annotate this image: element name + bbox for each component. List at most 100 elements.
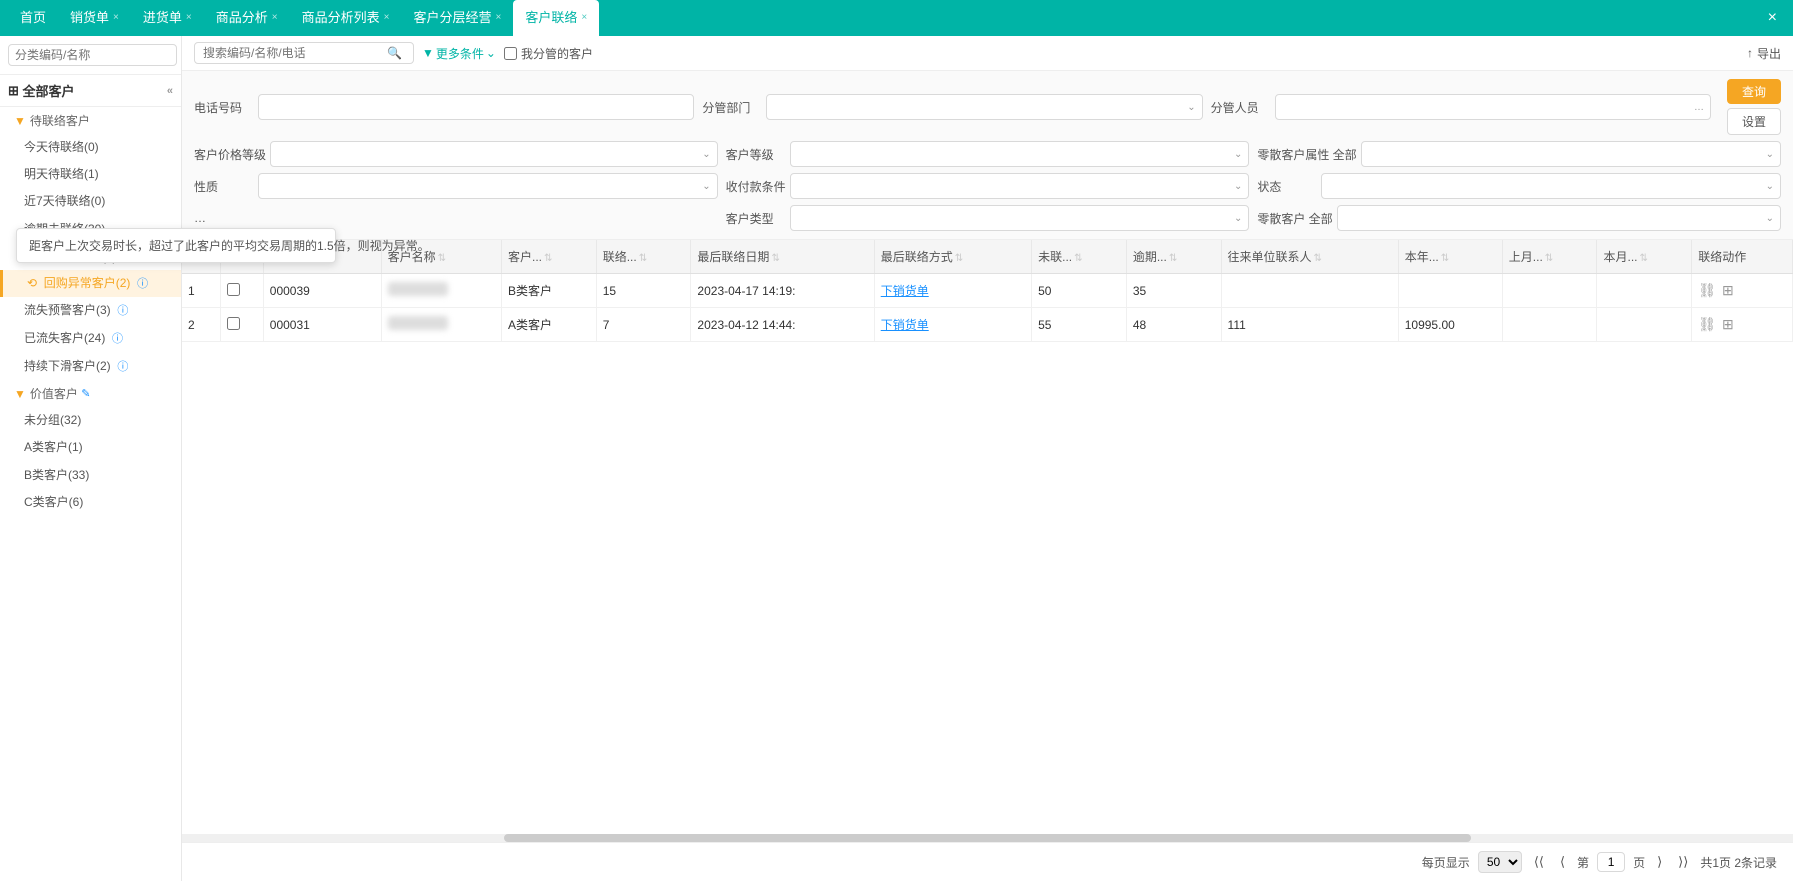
nav-customer-contact[interactable]: 客户联络 × [513,0,599,36]
row2-this-month [1597,308,1692,342]
horizontal-scrollbar-thumb[interactable] [504,834,1471,842]
nav-purchase-order[interactable]: 进货单 × [131,0,204,36]
next-page-button[interactable]: ⟩ [1653,852,1666,872]
close-customer-segmentation-icon[interactable]: × [495,0,501,36]
filter-person-select[interactable]: … [1275,94,1711,120]
page-unit: 页 [1633,854,1645,871]
row2-last-method-link[interactable]: 下销货单 [881,318,929,332]
sidebar-item-a-class[interactable]: A类客户(1) [0,434,181,461]
dept-caret-icon: ⌄ [1187,102,1195,113]
close-customer-contact-icon[interactable]: × [581,0,587,36]
my-customer-checkbox[interactable] [504,47,517,60]
sidebar-item-b-class[interactable]: B类客户(33) [0,462,181,489]
row2-action-icons: ⛓ ⊞ [1698,316,1786,333]
filter-payment-label: 收付款条件 [726,178,786,195]
filter-customer-level-select[interactable]: ⌄ [790,141,1250,167]
table-area[interactable]: ⚙ 客户编码⇅ 客户名称⇅ 客户...⇅ 联络...⇅ 最后联络日期⇅ 最后联络… [182,240,1793,834]
nav-customer-segmentation[interactable]: 客户分层经营 × [401,0,513,36]
sidebar-item-7day-pending[interactable]: 近7天待联络(0) [0,188,181,215]
col-last-date: 最后联络日期⇅ [691,240,874,274]
filter-nature-select[interactable]: ⌄ [258,173,718,199]
col-this-year: 本年...⇅ [1398,240,1502,274]
tooltip-box: 距客户上次交易时长，超过了此客户的平均交易周期的1.5倍，则视为异常。 [182,228,336,263]
filter-price-level-label: 客户价格等级 [194,146,266,163]
row2-select-checkbox[interactable] [227,317,240,330]
query-button[interactable]: 查询 [1727,79,1781,104]
customer-table: ⚙ 客户编码⇅ 客户名称⇅ 客户...⇅ 联络...⇅ 最后联络日期⇅ 最后联络… [182,240,1793,342]
filter-more-dots: … [194,211,718,225]
col-action: 联络动作 [1692,240,1793,274]
close-all-tabs-button[interactable]: × [1760,9,1785,27]
filter-payment: 收付款条件 ⌄ [726,173,1250,199]
sidebar-collapse-icon[interactable]: « [167,85,173,97]
filter-nature-label: 性质 [194,178,254,195]
filter-caret-icon: ⌄ [486,46,496,60]
filter-person: 分管人员 … [1211,94,1711,120]
per-page-select[interactable]: 50 [1478,851,1522,873]
col-this-month: 本月...⇅ [1597,240,1692,274]
filter-dept-select[interactable]: ⌄ [766,94,1202,120]
row1-select-checkbox[interactable] [227,283,240,296]
nav-product-analysis[interactable]: 商品分析 × [204,0,290,36]
close-purchase-order-icon[interactable]: × [186,0,192,36]
row1-grid-icon[interactable]: ⊞ [1722,282,1734,299]
export-button[interactable]: ↑ 导出 [1747,45,1781,62]
table-row: 1 000039 B类客户 15 2023-04-17 14:19: 下销货单 … [182,274,1793,308]
per-page-label: 每页显示 [1422,854,1470,871]
row1-action-icons: ⛓ ⊞ [1698,282,1786,299]
sidebar-group-pending[interactable]: ▼ 待联络客户 [0,107,181,134]
nav-product-analysis-list[interactable]: 商品分析列表 × [290,0,402,36]
filter-phone: 电话号码 [194,94,694,120]
sidebar-item-c-class[interactable]: C类客户(6) [0,489,181,516]
filter-payment-select[interactable]: ⌄ [790,173,1250,199]
close-product-analysis-list-icon[interactable]: × [384,0,390,36]
row2-checkbox [220,308,263,342]
filter-more-button[interactable]: ▼ 更多条件 ⌄ [422,45,496,62]
sidebar-item-unclassified[interactable]: 未分组(32) [0,407,181,434]
first-page-button[interactable]: ⟨⟨ [1530,852,1548,872]
sidebar-group-value[interactable]: ▼ 价值客户 ✎ [0,380,181,407]
sidebar-item-declining[interactable]: 持续下滑客户(2) ⓘ [0,353,181,381]
filter-status-select[interactable]: ⌄ [1321,173,1781,199]
row2-index: 2 [182,308,220,342]
nav-sales-order[interactable]: 销货单 × [58,0,131,36]
scattered-attr-caret-icon: ⌄ [1766,149,1774,160]
row2-unreached: 55 [1032,308,1127,342]
sidebar-item-abnormal-active[interactable]: ⟲ 回购异常客户(2) ⓘ [0,270,181,298]
row2-name [381,308,501,342]
value-edit-icon[interactable]: ✎ [81,387,90,400]
search-input[interactable] [203,46,383,60]
sidebar-item-tomorrow-pending[interactable]: 明天待联络(1) [0,161,181,188]
filter-scattered-attr-label: 零散客户属性 全部 [1257,146,1356,163]
row1-link-icon[interactable]: ⛓ [1698,282,1716,299]
horizontal-scrollbar[interactable] [182,834,1793,842]
page-number-input[interactable] [1597,852,1625,872]
sidebar-item-churn-warning[interactable]: 流失预警客户(3) ⓘ [0,297,181,325]
nav-home[interactable]: 首页 [8,0,58,36]
row2-name-blurred [388,316,448,330]
filter-scattered-customer-select[interactable]: ⌄ [1337,205,1781,231]
row2-link-icon[interactable]: ⛓ [1698,316,1716,333]
row1-last-method-link[interactable]: 下销货单 [881,284,929,298]
row2-last-method: 下销货单 [874,308,1031,342]
search-icon[interactable]: 🔍 [387,46,402,60]
filter-customer-type-label: 客户类型 [726,210,786,227]
filter-phone-input[interactable] [258,94,694,120]
arrow-down-icon-3: ▼ [14,387,26,401]
close-sales-order-icon[interactable]: × [113,0,119,36]
filter-price-level-select[interactable]: ⌄ [270,141,718,167]
settings-button[interactable]: 设置 [1727,108,1781,135]
filter-customer-type-select[interactable]: ⌄ [790,205,1250,231]
row1-name-blurred [388,282,448,296]
filter-scattered-attr-select[interactable]: ⌄ [1361,141,1781,167]
prev-page-button[interactable]: ⟨ [1556,852,1569,872]
all-customers-header[interactable]: ⊞ 全部客户 « [0,75,181,107]
sidebar-item-today-pending[interactable]: 今天待联络(0) [0,134,181,161]
last-page-button[interactable]: ⟩⟩ [1674,852,1692,872]
row2-grid-icon[interactable]: ⊞ [1722,316,1734,333]
close-product-analysis-icon[interactable]: × [272,0,278,36]
sidebar-item-churned[interactable]: 已流失客户(24) ⓘ [0,325,181,353]
sidebar-search-input[interactable] [8,44,177,66]
my-customer-checkbox-area: 我分管的客户 [504,45,593,62]
col-category: 客户...⇅ [502,240,597,274]
